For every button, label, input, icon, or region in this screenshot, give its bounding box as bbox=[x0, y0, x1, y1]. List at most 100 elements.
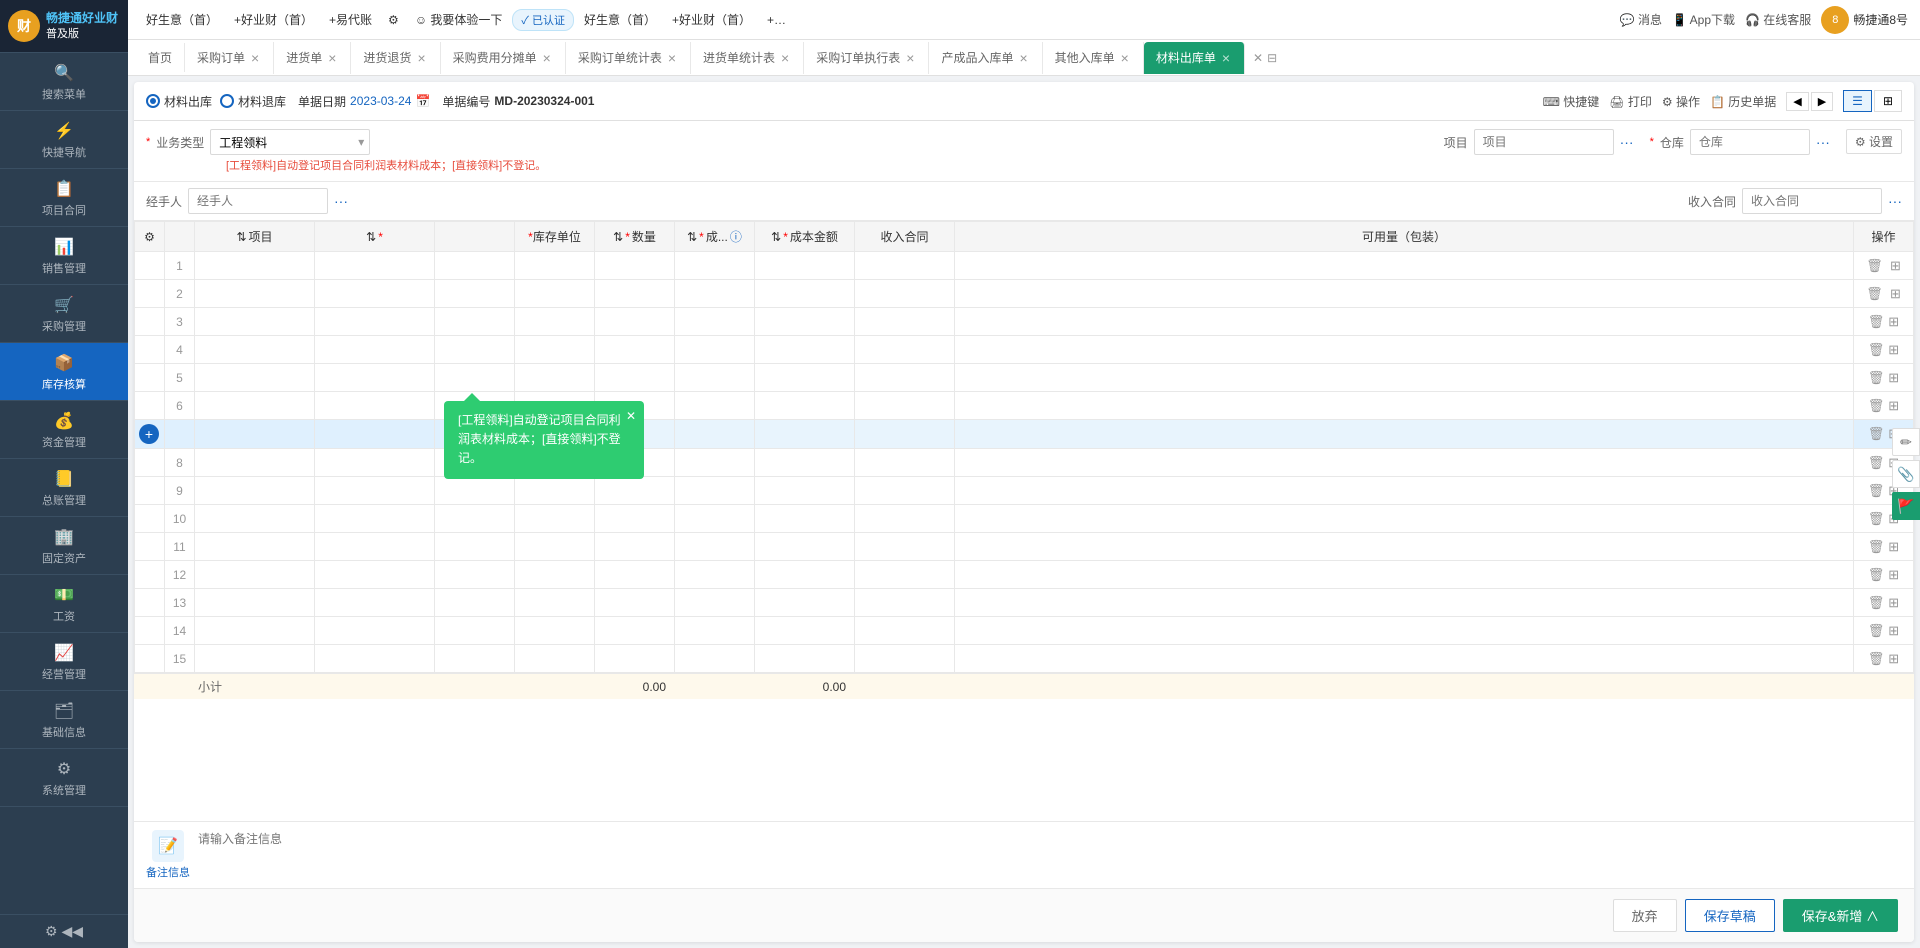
row-cost-amount-4[interactable] bbox=[755, 336, 855, 364]
row-revenue-1[interactable] bbox=[855, 252, 955, 280]
delete-icon-11[interactable]: 🗑 bbox=[1868, 539, 1885, 554]
row-quantity-3[interactable] bbox=[595, 308, 675, 336]
row-stock-unit-2[interactable] bbox=[515, 280, 595, 308]
sidebar-collapse-icon[interactable]: ◀◀ bbox=[62, 923, 84, 940]
row-stock-unit-1[interactable] bbox=[515, 252, 595, 280]
row-revenue-3[interactable] bbox=[855, 308, 955, 336]
topbar-message[interactable]: 💬 消息 bbox=[1620, 11, 1662, 28]
row-available-4[interactable] bbox=[955, 336, 1854, 364]
row-material-7-input[interactable] bbox=[319, 424, 430, 444]
row-revenue-2[interactable] bbox=[855, 280, 955, 308]
table-settings-icon[interactable]: ⚙ bbox=[144, 230, 155, 244]
business-type-input[interactable] bbox=[210, 129, 370, 155]
sidebar-item-accounting[interactable]: 📒总账管理 bbox=[0, 459, 128, 517]
topbar-link-more[interactable]: +… bbox=[761, 9, 792, 31]
row-cost-amount-2[interactable] bbox=[755, 280, 855, 308]
tab-material-out[interactable]: 材料出库单 × bbox=[1144, 42, 1245, 74]
sidebar-item-inventory[interactable]: 📦库存核算 bbox=[0, 343, 128, 401]
delete-icon-13[interactable]: 🗑 bbox=[1868, 595, 1885, 610]
copy-icon-5[interactable]: ⊞ bbox=[1888, 370, 1899, 385]
row-cost-1[interactable] bbox=[675, 252, 755, 280]
copy-icon-13[interactable]: ⊞ bbox=[1888, 595, 1899, 610]
row-spec-3[interactable] bbox=[435, 308, 515, 336]
topbar-link-haoyecai[interactable]: +好业财（首） bbox=[228, 7, 319, 32]
copy-icon-4[interactable]: ⊞ bbox=[1888, 342, 1899, 357]
radio-return[interactable]: 材料退库 bbox=[220, 93, 286, 110]
row-project-3[interactable] bbox=[195, 308, 315, 336]
sidebar-item-operations[interactable]: 📈经营管理 bbox=[0, 633, 128, 691]
row-revenue-5[interactable] bbox=[855, 364, 955, 392]
row-cost-2[interactable] bbox=[675, 280, 755, 308]
copy-icon-11[interactable]: ⊞ bbox=[1888, 539, 1899, 554]
delete-icon-14[interactable]: 🗑 bbox=[1868, 623, 1885, 638]
row-available-5[interactable] bbox=[955, 364, 1854, 392]
row-project-2[interactable] bbox=[195, 280, 315, 308]
copy-icon-6[interactable]: ⊞ bbox=[1888, 398, 1899, 413]
delete-icon-15[interactable]: 🗑 bbox=[1868, 651, 1885, 666]
prev-record-btn[interactable]: ◀ bbox=[1786, 92, 1808, 111]
close-all-icon[interactable]: ✕ bbox=[1253, 51, 1263, 65]
row-stock-unit-5[interactable] bbox=[515, 364, 595, 392]
row-quantity-4[interactable] bbox=[595, 336, 675, 364]
row-cost-4[interactable] bbox=[675, 336, 755, 364]
row-project-6[interactable] bbox=[195, 392, 315, 420]
delete-icon-10[interactable]: 🗑 bbox=[1868, 511, 1885, 526]
sidebar-settings-icon[interactable]: ⚙ bbox=[45, 923, 58, 940]
sidebar-item-basic_info[interactable]: 🗂基础信息 bbox=[0, 691, 128, 749]
copy-icon-12[interactable]: ⊞ bbox=[1888, 567, 1899, 582]
topbar-link-haoshengyi[interactable]: 好生意（首） bbox=[140, 7, 224, 32]
project-dots[interactable]: ··· bbox=[1620, 134, 1634, 150]
tab-incoming-return-close[interactable]: × bbox=[415, 48, 427, 68]
th-cost-sort-icon[interactable]: ⇅ bbox=[687, 230, 697, 244]
row-cost-3[interactable] bbox=[675, 308, 755, 336]
row-cost-amount-3[interactable] bbox=[755, 308, 855, 336]
tab-incoming-stat[interactable]: 进货单统计表 × bbox=[691, 42, 804, 74]
sidebar-item-quick_nav[interactable]: ⚡快捷导航 bbox=[0, 111, 128, 169]
th-project-sort-icon[interactable]: ⇅ bbox=[236, 230, 246, 244]
row-cost-amount-5[interactable] bbox=[755, 364, 855, 392]
delete-icon-7[interactable]: 🗑 bbox=[1868, 426, 1885, 441]
copy-icon-3[interactable]: ⊞ bbox=[1888, 314, 1899, 329]
float-flag-btn[interactable]: 🚩 bbox=[1892, 492, 1920, 520]
settings-btn[interactable]: ⚙ 设置 bbox=[1846, 129, 1902, 154]
row-stock-unit-4[interactable] bbox=[515, 336, 595, 364]
tab-other-in-close[interactable]: × bbox=[1119, 48, 1131, 68]
topbar-experience[interactable]: ☺ 我要体验一下 bbox=[409, 7, 509, 32]
th-cost-amount-sort-icon[interactable]: ⇅ bbox=[771, 230, 781, 244]
tab-purchase-expense[interactable]: 采购费用分摊单 × bbox=[441, 42, 566, 74]
tooltip-close-btn[interactable]: ✕ bbox=[626, 407, 636, 426]
row-project-1[interactable] bbox=[195, 252, 315, 280]
tab-purchase-exec-close[interactable]: × bbox=[904, 48, 916, 68]
topbar-link-hyc2[interactable]: +好业财（首） bbox=[666, 7, 757, 32]
th-cost-info-icon[interactable]: ⓘ bbox=[730, 228, 742, 245]
row-material-7[interactable] bbox=[315, 420, 435, 449]
sidebar-item-salary[interactable]: 💵工资 bbox=[0, 575, 128, 633]
row-available-2[interactable] bbox=[955, 280, 1854, 308]
row-revenue-7[interactable] bbox=[855, 420, 955, 449]
copy-icon-14[interactable]: ⊞ bbox=[1888, 623, 1899, 638]
row-cost-5[interactable] bbox=[675, 364, 755, 392]
row-quantity-1[interactable] bbox=[595, 252, 675, 280]
print-btn[interactable]: 🖨 打印 bbox=[1609, 93, 1652, 110]
sidebar-item-sales[interactable]: 📊销售管理 bbox=[0, 227, 128, 285]
row-material-5[interactable] bbox=[315, 364, 435, 392]
revenue-contract-input[interactable] bbox=[1742, 188, 1882, 214]
row-revenue-6[interactable] bbox=[855, 392, 955, 420]
handler-input[interactable] bbox=[188, 188, 328, 214]
row-quantity-2[interactable] bbox=[595, 280, 675, 308]
sidebar-item-finance[interactable]: 💰资金管理 bbox=[0, 401, 128, 459]
row-material-6[interactable] bbox=[315, 392, 435, 420]
float-attach-btn[interactable]: 📎 bbox=[1892, 460, 1920, 488]
sidebar-item-system[interactable]: ⚙系统管理 bbox=[0, 749, 128, 807]
topbar-online-service[interactable]: 🎧 在线客服 bbox=[1745, 11, 1811, 28]
row-spec-1[interactable] bbox=[435, 252, 515, 280]
copy-icon-2[interactable]: ⊞ bbox=[1890, 286, 1901, 301]
tab-purchase-expense-close[interactable]: × bbox=[541, 48, 553, 68]
tab-purchase-stat-close[interactable]: × bbox=[666, 48, 678, 68]
shortcut-btn[interactable]: ⌨ 快捷键 bbox=[1543, 93, 1600, 110]
tab-purchase-order-close[interactable]: × bbox=[249, 48, 261, 68]
tab-purchase-exec[interactable]: 采购订单执行表 × bbox=[804, 42, 929, 74]
delete-icon-9[interactable]: 🗑 bbox=[1868, 483, 1885, 498]
tab-incoming[interactable]: 进货单 × bbox=[274, 42, 351, 74]
topbar-app-download[interactable]: 📱 App下载 bbox=[1672, 11, 1735, 28]
